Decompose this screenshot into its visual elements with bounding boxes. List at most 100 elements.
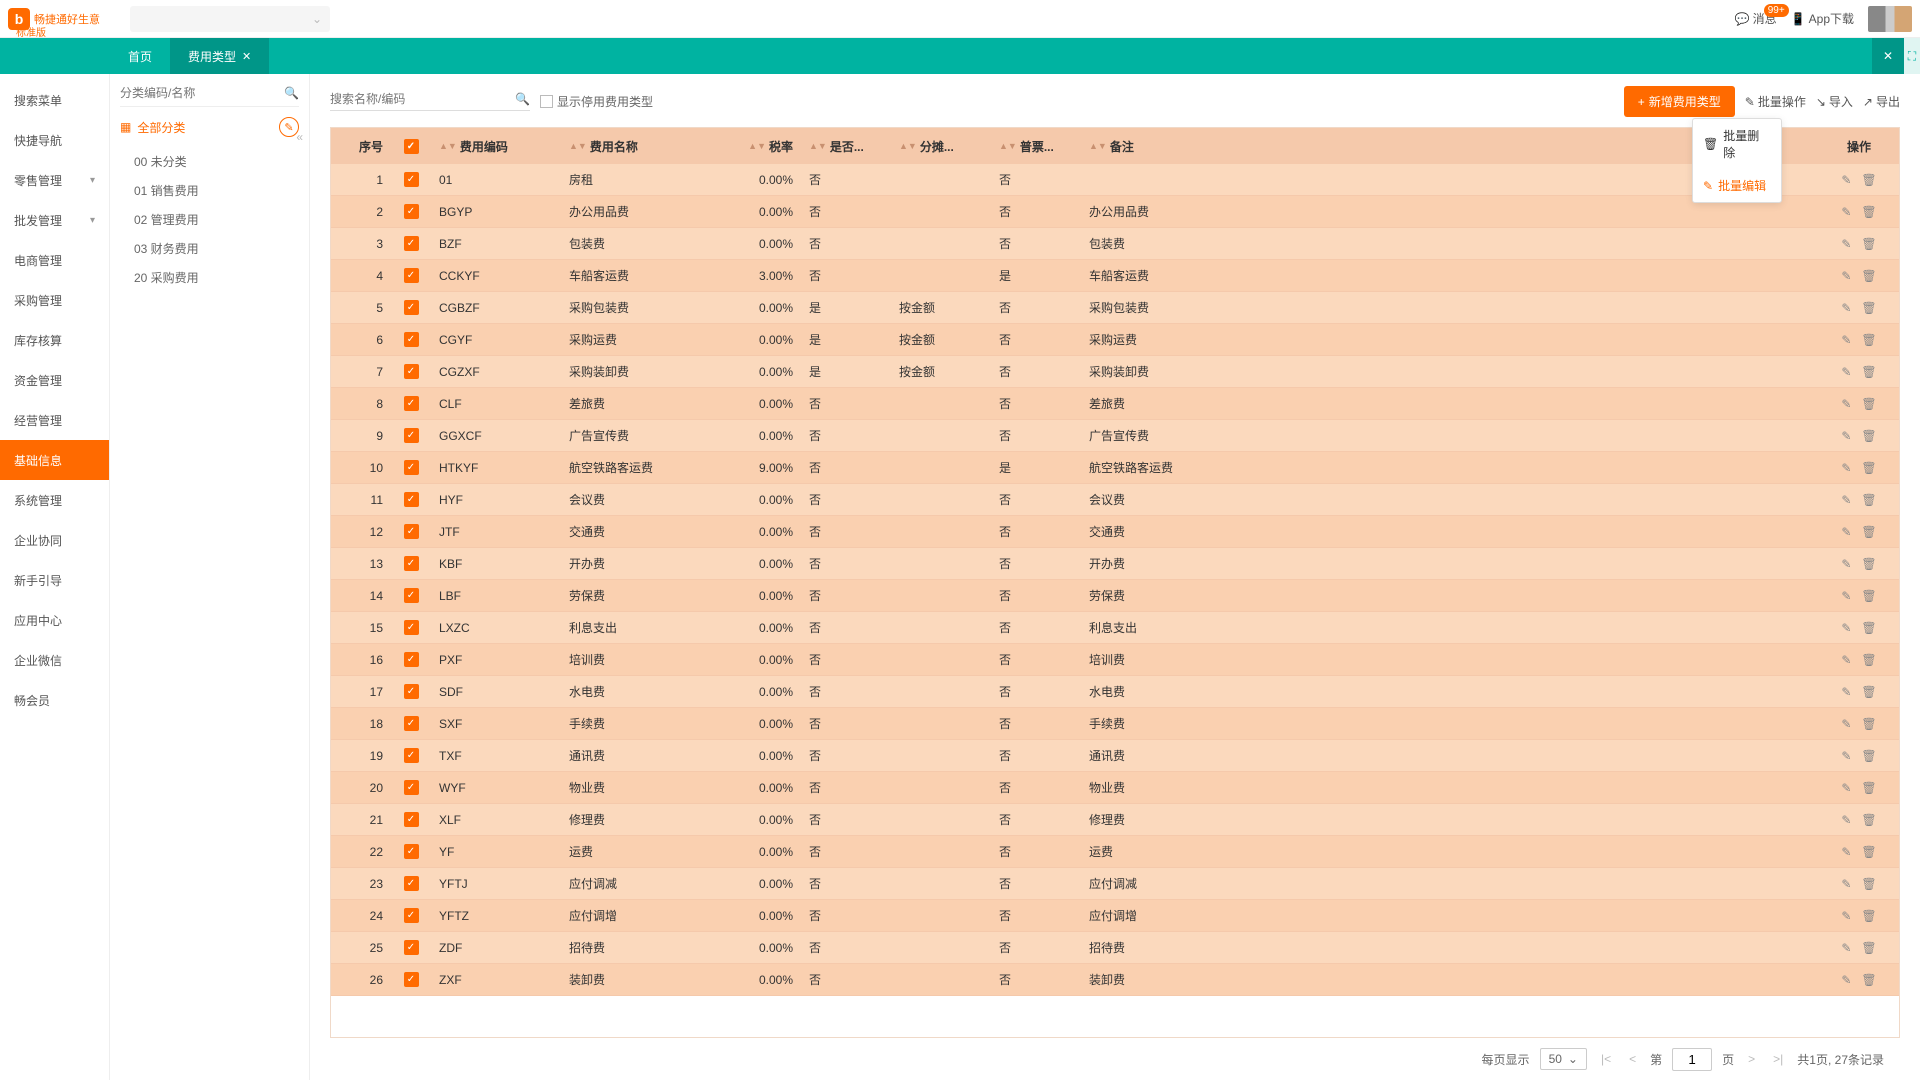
col-alloc[interactable]: ▲▼分摊... <box>891 128 991 164</box>
delete-row-button[interactable]: 🗑 <box>1861 941 1876 955</box>
table-row[interactable]: 26✓ZXF装卸费0.00%否否装卸费✎🗑 <box>331 964 1899 996</box>
edit-row-button[interactable]: ✎ <box>1841 237 1851 251</box>
delete-row-button[interactable]: 🗑 <box>1861 333 1876 347</box>
search-icon[interactable]: 🔍 <box>515 92 530 106</box>
col-name[interactable]: ▲▼费用名称 <box>561 128 721 164</box>
table-row[interactable]: 1✓01房租0.00%否否✎🗑 <box>331 164 1899 196</box>
add-expense-type-button[interactable]: +新增费用类型 <box>1624 86 1735 117</box>
category-item-0[interactable]: 00 未分类 <box>134 147 299 176</box>
fullscreen-button[interactable]: ⛶ <box>1904 38 1920 74</box>
batch-operations-button[interactable]: ✎批量操作 <box>1745 93 1806 110</box>
table-row[interactable]: 12✓JTF交通费0.00%否否交通费✎🗑 <box>331 516 1899 548</box>
edit-row-button[interactable]: ✎ <box>1841 621 1851 635</box>
row-checkbox[interactable]: ✓ <box>391 164 431 195</box>
table-row[interactable]: 16✓PXF培训费0.00%否否培训费✎🗑 <box>331 644 1899 676</box>
row-checkbox[interactable]: ✓ <box>391 516 431 547</box>
table-row[interactable]: 21✓XLF修理费0.00%否否修理费✎🗑 <box>331 804 1899 836</box>
next-page-button[interactable]: > <box>1744 1052 1759 1066</box>
row-checkbox[interactable]: ✓ <box>391 388 431 419</box>
app-download-button[interactable]: 📱 App下载 <box>1791 10 1854 27</box>
delete-row-button[interactable]: 🗑 <box>1861 365 1876 379</box>
edit-row-button[interactable]: ✎ <box>1841 653 1851 667</box>
sidebar-item-8[interactable]: 经营管理 <box>0 400 109 440</box>
row-checkbox[interactable]: ✓ <box>391 964 431 995</box>
table-row[interactable]: 19✓TXF通讯费0.00%否否通讯费✎🗑 <box>331 740 1899 772</box>
delete-row-button[interactable]: 🗑 <box>1861 717 1876 731</box>
table-row[interactable]: 6✓CGYF采购运费0.00%是按金额否采购运费✎🗑 <box>331 324 1899 356</box>
row-checkbox[interactable]: ✓ <box>391 676 431 707</box>
edit-row-button[interactable]: ✎ <box>1841 781 1851 795</box>
edit-row-button[interactable]: ✎ <box>1841 877 1851 891</box>
row-checkbox[interactable]: ✓ <box>391 772 431 803</box>
delete-row-button[interactable]: 🗑 <box>1861 621 1876 635</box>
edit-row-button[interactable]: ✎ <box>1841 525 1851 539</box>
edit-row-button[interactable]: ✎ <box>1841 749 1851 763</box>
tab-expense-type[interactable]: 费用类型 ✕ <box>170 38 269 74</box>
sidebar-item-15[interactable]: 畅会员 <box>0 680 109 720</box>
delete-row-button[interactable]: 🗑 <box>1861 269 1876 283</box>
edit-row-button[interactable]: ✎ <box>1841 557 1851 571</box>
row-checkbox[interactable]: ✓ <box>391 324 431 355</box>
table-row[interactable]: 10✓HTKYF航空铁路客运费9.00%否是航空铁路客运费✎🗑 <box>331 452 1899 484</box>
delete-row-button[interactable]: 🗑 <box>1861 493 1876 507</box>
edit-row-button[interactable]: ✎ <box>1841 813 1851 827</box>
prev-page-button[interactable]: < <box>1625 1052 1640 1066</box>
edit-row-button[interactable]: ✎ <box>1841 269 1851 283</box>
delete-row-button[interactable]: 🗑 <box>1861 973 1876 987</box>
row-checkbox[interactable]: ✓ <box>391 548 431 579</box>
sidebar-item-12[interactable]: 新手引导 <box>0 560 109 600</box>
category-item-2[interactable]: 02 管理费用 <box>134 205 299 234</box>
close-all-tabs-button[interactable]: ✕ <box>1872 38 1904 74</box>
row-checkbox[interactable]: ✓ <box>391 580 431 611</box>
edit-row-button[interactable]: ✎ <box>1841 845 1851 859</box>
table-row[interactable]: 20✓WYF物业费0.00%否否物业费✎🗑 <box>331 772 1899 804</box>
per-page-select[interactable]: 50⌄ <box>1540 1048 1587 1070</box>
edit-row-button[interactable]: ✎ <box>1841 941 1851 955</box>
delete-row-button[interactable]: 🗑 <box>1861 461 1876 475</box>
delete-row-button[interactable]: 🗑 <box>1861 173 1876 187</box>
table-row[interactable]: 15✓LXZC利息支出0.00%否否利息支出✎🗑 <box>331 612 1899 644</box>
col-bool2[interactable]: ▲▼普票... <box>991 128 1081 164</box>
row-checkbox[interactable]: ✓ <box>391 196 431 227</box>
edit-row-button[interactable]: ✎ <box>1841 205 1851 219</box>
batch-delete-item[interactable]: 🗑批量删除 <box>1693 119 1781 169</box>
table-row[interactable]: 3✓BZF包装费0.00%否否包装费✎🗑 <box>331 228 1899 260</box>
show-disabled-checkbox[interactable]: 显示停用费用类型 <box>540 93 653 110</box>
table-row[interactable]: 17✓SDF水电费0.00%否否水电费✎🗑 <box>331 676 1899 708</box>
category-item-1[interactable]: 01 销售费用 <box>134 176 299 205</box>
category-item-4[interactable]: 20 采购费用 <box>134 263 299 292</box>
col-bool1[interactable]: ▲▼是否... <box>801 128 891 164</box>
row-checkbox[interactable]: ✓ <box>391 868 431 899</box>
edit-row-button[interactable]: ✎ <box>1841 493 1851 507</box>
batch-edit-item[interactable]: ✎批量编辑 <box>1693 169 1781 202</box>
edit-row-button[interactable]: ✎ <box>1841 685 1851 699</box>
delete-row-button[interactable]: 🗑 <box>1861 589 1876 603</box>
edit-row-button[interactable]: ✎ <box>1841 973 1851 987</box>
table-row[interactable]: 8✓CLF差旅费0.00%否否差旅费✎🗑 <box>331 388 1899 420</box>
sidebar-item-4[interactable]: 电商管理 <box>0 240 109 280</box>
first-page-button[interactable]: |< <box>1597 1052 1615 1066</box>
tab-home[interactable]: 首页 <box>110 38 170 74</box>
category-item-3[interactable]: 03 财务费用 <box>134 234 299 263</box>
edit-row-button[interactable]: ✎ <box>1841 589 1851 603</box>
col-seq[interactable]: 序号 <box>331 128 391 164</box>
table-row[interactable]: 5✓CGBZF采购包装费0.00%是按金额否采购包装费✎🗑 <box>331 292 1899 324</box>
edit-row-button[interactable]: ✎ <box>1841 333 1851 347</box>
delete-row-button[interactable]: 🗑 <box>1861 653 1876 667</box>
avatar[interactable] <box>1868 6 1912 32</box>
delete-row-button[interactable]: 🗑 <box>1861 237 1876 251</box>
row-checkbox[interactable]: ✓ <box>391 900 431 931</box>
edit-row-button[interactable]: ✎ <box>1841 173 1851 187</box>
row-checkbox[interactable]: ✓ <box>391 932 431 963</box>
table-row[interactable]: 23✓YFTJ应付调减0.00%否否应付调减✎🗑 <box>331 868 1899 900</box>
delete-row-button[interactable]: 🗑 <box>1861 301 1876 315</box>
row-checkbox[interactable]: ✓ <box>391 484 431 515</box>
row-checkbox[interactable]: ✓ <box>391 612 431 643</box>
messages-button[interactable]: 💬 消息 99+ <box>1735 10 1777 27</box>
delete-row-button[interactable]: 🗑 <box>1861 429 1876 443</box>
table-row[interactable]: 4✓CCKYF车船客运费3.00%否是车船客运费✎🗑 <box>331 260 1899 292</box>
sidebar-item-13[interactable]: 应用中心 <box>0 600 109 640</box>
table-row[interactable]: 18✓SXF手续费0.00%否否手续费✎🗑 <box>331 708 1899 740</box>
table-row[interactable]: 22✓YF运费0.00%否否运费✎🗑 <box>331 836 1899 868</box>
export-button[interactable]: ↗导出 <box>1863 93 1900 110</box>
